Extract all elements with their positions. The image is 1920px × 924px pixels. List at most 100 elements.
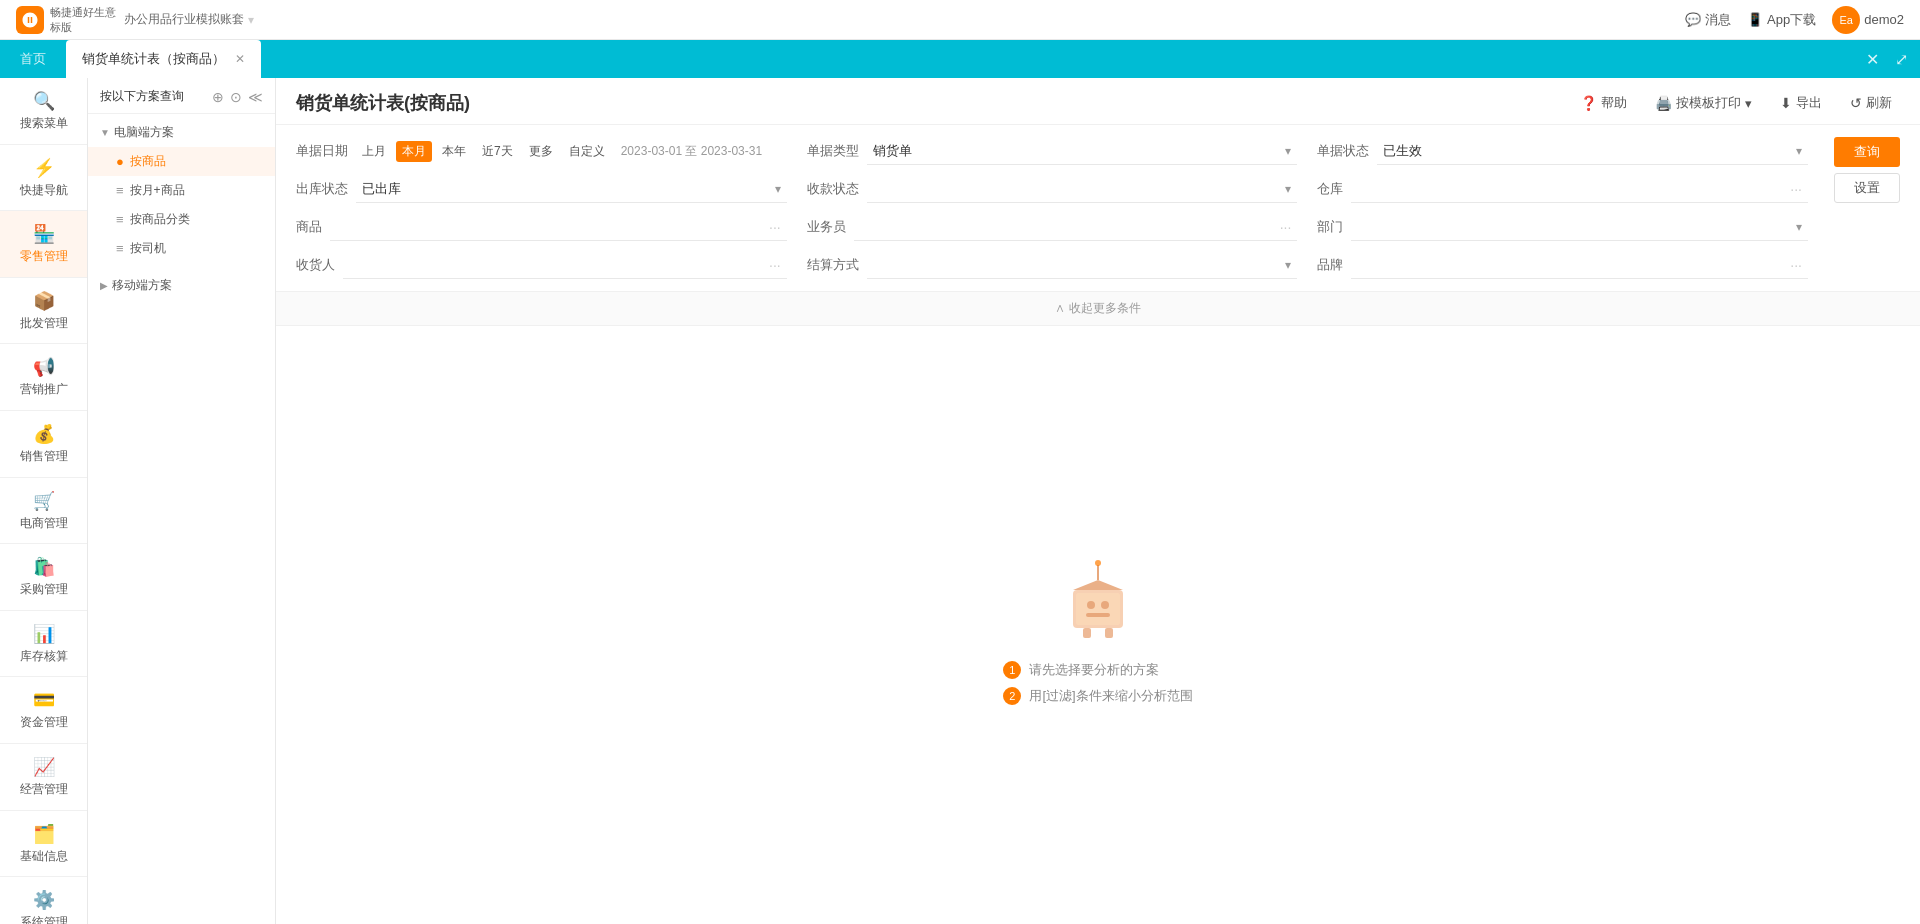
scheme-settings-icon[interactable]: ⊙ [230, 89, 242, 105]
scheme-group-mobile: ▶ 移动端方案 [88, 267, 275, 304]
bill-type-control[interactable]: 销货单 ▾ [867, 137, 1298, 165]
scheme-item-icon: ≡ [116, 183, 124, 198]
bill-status-control[interactable]: 已生效 ▾ [1377, 137, 1808, 165]
receiver-control[interactable]: ··· [343, 251, 787, 279]
tab-close-window-icon[interactable]: ✕ [1862, 46, 1883, 73]
scheme-item-by-month-product[interactable]: ≡ 按月+商品 [88, 176, 275, 205]
scheme-group-pc-header[interactable]: ▼ 电脑端方案 [88, 118, 275, 147]
user-menu[interactable]: Ea demo2 [1832, 6, 1904, 34]
empty-tip-2: 2 用[过滤]条件来缩小分析范围 [1003, 687, 1192, 705]
sidebar-item-marketing[interactable]: 📢 营销推广 [0, 344, 87, 411]
date-tab-more[interactable]: 更多 [523, 141, 559, 162]
user-name-label: demo2 [1864, 12, 1904, 27]
brand-control[interactable]: ··· [1351, 251, 1808, 279]
expand-icon: ▼ [100, 127, 110, 138]
purchase-icon: 🛍️ [33, 556, 55, 578]
sidebar-item-wholesale[interactable]: 📦 批发管理 [0, 278, 87, 345]
date-tab-last-month[interactable]: 上月 [356, 141, 392, 162]
settings-button[interactable]: 设置 [1834, 173, 1900, 203]
svg-point-6 [1095, 560, 1101, 566]
empty-illustration [1048, 545, 1148, 645]
scheme-panel: 按以下方案查询 ⊕ ⊙ ≪ ▼ 电脑端方案 ● 按商品 ≡ [88, 78, 276, 924]
warehouse-label: 仓库 [1317, 180, 1343, 198]
query-button[interactable]: 查询 [1834, 137, 1900, 167]
inventory-icon: 📊 [33, 623, 55, 645]
date-tab-this-year[interactable]: 本年 [436, 141, 472, 162]
template-print-button[interactable]: 🖨️ 按模板打印 ▾ [1647, 90, 1760, 116]
settlement-label: 结算方式 [807, 256, 859, 274]
warehouse-control[interactable]: ··· [1351, 175, 1808, 203]
content-area: 按以下方案查询 ⊕ ⊙ ≪ ▼ 电脑端方案 ● 按商品 ≡ [88, 78, 1920, 924]
breadcrumb: 办公用品行业模拟账套 ▾ [124, 11, 254, 28]
logo-text: 畅捷通好生意 标版 [50, 5, 116, 34]
message-icon: 💬 [1685, 12, 1701, 27]
sidebar-item-sales[interactable]: 💰 销售管理 [0, 411, 87, 478]
scheme-add-icon[interactable]: ⊕ [212, 89, 224, 105]
department-control[interactable]: ▾ [1351, 213, 1808, 241]
date-range-value: 2023-03-01 至 2023-03-31 [621, 143, 762, 160]
bill-type-arrow-icon: ▾ [1285, 144, 1291, 158]
filter-date: 单据日期 上月 本月 本年 近7天 更多 自定义 [296, 141, 787, 162]
tab-home[interactable]: 首页 [0, 40, 66, 78]
phone-icon: 📱 [1747, 12, 1763, 27]
scheme-collapse-icon[interactable]: ≪ [248, 89, 263, 105]
date-tab-7days[interactable]: 近7天 [476, 141, 519, 162]
scheme-item-by-driver[interactable]: ≡ 按司机 [88, 234, 275, 263]
print-dropdown-icon: ▾ [1745, 96, 1752, 111]
receipt-status-control[interactable]: ▾ [867, 175, 1298, 203]
department-label: 部门 [1317, 218, 1343, 236]
scheme-item-icon: ≡ [116, 212, 124, 227]
wholesale-icon: 📦 [33, 290, 55, 312]
sidebar-item-operations[interactable]: 📈 经营管理 [0, 744, 87, 811]
tab-maximize-icon[interactable]: ⤢ [1891, 46, 1912, 73]
filter-settlement: 结算方式 ▾ [807, 251, 1298, 279]
empty-tips: 1 请先选择要分析的方案 2 用[过滤]条件来缩小分析范围 [1003, 661, 1192, 705]
export-icon: ⬇ [1780, 95, 1792, 111]
logo-icon [16, 6, 44, 34]
help-button[interactable]: ❓ 帮助 [1572, 90, 1635, 116]
scheme-item-by-category[interactable]: ≡ 按商品分类 [88, 205, 275, 234]
export-button[interactable]: ⬇ 导出 [1772, 90, 1830, 116]
tab-sales-stat[interactable]: 销货单统计表（按商品） ✕ [66, 40, 261, 78]
scheme-item-by-product[interactable]: ● 按商品 [88, 147, 275, 176]
message-button[interactable]: 💬 消息 [1685, 11, 1731, 29]
collapse-bar[interactable]: ∧ 收起更多条件 [276, 292, 1920, 326]
bill-type-label: 单据类型 [807, 142, 859, 160]
sidebar-item-finance[interactable]: 💳 资金管理 [0, 677, 87, 744]
filter-row-1: 单据日期 上月 本月 本年 近7天 更多 自定义 [296, 137, 1808, 165]
filter-warehouse: 仓库 ··· [1317, 175, 1808, 203]
help-icon: ❓ [1580, 95, 1597, 111]
sidebar-item-retail[interactable]: 🏪 零售管理 [0, 211, 87, 278]
avatar: Ea [1832, 6, 1860, 34]
topbar-right: 💬 消息 📱 App下载 Ea demo2 [1685, 6, 1904, 34]
out-status-control[interactable]: 已出库 ▾ [356, 175, 787, 203]
filter-out-status: 出库状态 已出库 ▾ [296, 175, 787, 203]
product-label: 商品 [296, 218, 322, 236]
scheme-group-mobile-header[interactable]: ▶ 移动端方案 [88, 271, 275, 300]
scheme-panel-title: 按以下方案查询 [100, 88, 184, 105]
sidebar-item-purchase[interactable]: 🛍️ 采购管理 [0, 544, 87, 611]
sidebar-item-ecommerce[interactable]: 🛒 电商管理 [0, 478, 87, 545]
filter-row-2: 出库状态 已出库 ▾ 收款状态 ▾ [296, 175, 1808, 203]
sidebar-item-inventory[interactable]: 📊 库存核算 [0, 611, 87, 678]
date-tab-this-month[interactable]: 本月 [396, 141, 432, 162]
sidebar-item-search[interactable]: 🔍 搜索菜单 [0, 78, 87, 145]
salesperson-control[interactable]: ··· [854, 213, 1298, 241]
out-status-label: 出库状态 [296, 180, 348, 198]
date-label: 单据日期 [296, 142, 348, 160]
app-download-button[interactable]: 📱 App下载 [1747, 11, 1816, 29]
refresh-button[interactable]: ↺ 刷新 [1842, 90, 1900, 116]
sidebar-item-basic[interactable]: 🗂️ 基础信息 [0, 811, 87, 878]
date-tab-custom[interactable]: 自定义 [563, 141, 611, 162]
settlement-control[interactable]: ▾ [867, 251, 1298, 279]
sidebar-item-system[interactable]: ⚙️ 系统管理 [0, 877, 87, 924]
receiver-dots-icon: ··· [769, 257, 781, 273]
filter-receipt-status: 收款状态 ▾ [807, 175, 1298, 203]
svg-point-3 [1101, 601, 1109, 609]
quicknav-icon: ⚡ [33, 157, 55, 179]
page-title: 销货单统计表(按商品) [296, 91, 470, 115]
svg-rect-8 [1105, 628, 1113, 638]
product-control[interactable]: ··· [330, 213, 787, 241]
sidebar-item-quicknav[interactable]: ⚡ 快捷导航 [0, 145, 87, 212]
tab-close-icon[interactable]: ✕ [235, 52, 245, 66]
